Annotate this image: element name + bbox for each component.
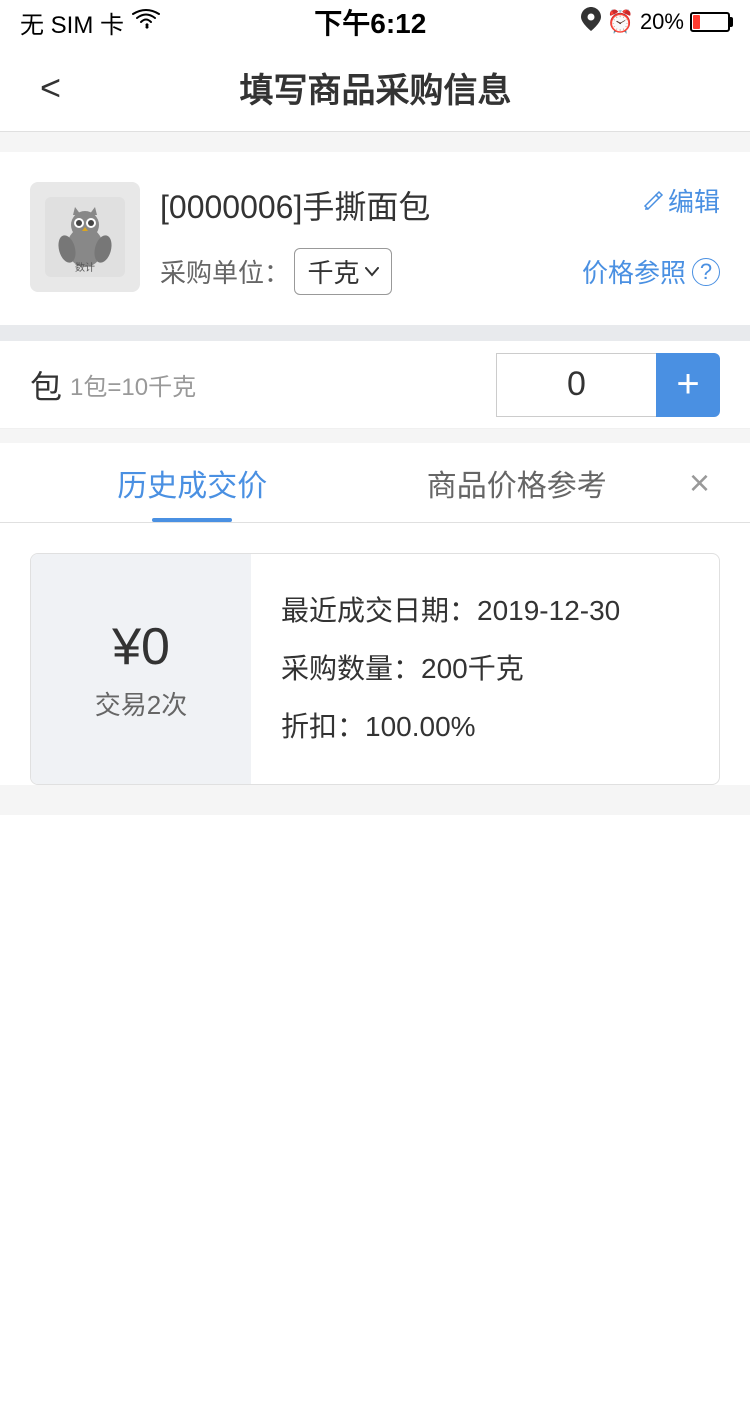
page-title: 填写商品采购信息 [91, 63, 660, 112]
tab-close-button[interactable]: × [679, 452, 720, 514]
product-thumbnail: 数计 [45, 197, 125, 277]
alarm-icon: ⏰ [607, 9, 634, 35]
product-unit-row: 采购单位： 千克 价格参照 ? [160, 248, 720, 295]
purchase-qty-label: 采购数量： [281, 653, 421, 684]
price-card-right: 最近成交日期：2019-12-30 采购数量：200千克 折扣：100.00% [251, 554, 719, 784]
battery-icon [690, 12, 730, 32]
divider-strip [0, 325, 750, 341]
edit-icon [642, 190, 664, 212]
nav-bar: < 填写商品采购信息 [0, 44, 750, 132]
product-image: 数计 [30, 182, 140, 292]
product-card: 数计 [0000006]手撕面包 编辑 采购单位： 千克 [0, 152, 750, 325]
quantity-input-area: + [496, 353, 720, 417]
unit-label: 采购单位： [160, 258, 290, 288]
tab-product-price[interactable]: 商品价格参考 [354, 443, 678, 522]
tab-section: 历史成交价 商品价格参考 × ¥0 交易2次 最近成交日期：2019-12-30… [0, 443, 750, 785]
bottom-space [0, 815, 750, 1415]
unit-value: 千克 [307, 253, 359, 290]
price-ref-label: 价格参照 [582, 253, 686, 290]
purchase-qty-value: 200千克 [421, 653, 524, 684]
unit-conversion-hint: 1包=10千克 [70, 367, 196, 402]
recent-date-label: 最近成交日期： [281, 595, 477, 626]
unit-selector[interactable]: 千克 [294, 248, 392, 295]
tab-product-price-label: 商品价格参考 [427, 461, 607, 505]
product-header: [0000006]手撕面包 编辑 [160, 182, 720, 228]
discount-label: 折扣： [281, 711, 365, 742]
status-left: 无 SIM 卡 [20, 5, 160, 40]
tab-bar: 历史成交价 商品价格参考 × [0, 443, 750, 523]
purchase-qty-row: 采购数量：200千克 [281, 648, 689, 690]
back-button[interactable]: < [30, 57, 71, 119]
price-ref-question-icon: ? [692, 258, 720, 286]
price-ref-link[interactable]: 价格参照 ? [582, 253, 720, 290]
price-card: ¥0 交易2次 最近成交日期：2019-12-30 采购数量：200千克 折扣：… [30, 553, 720, 785]
quantity-label: 包 [30, 362, 62, 408]
wifi-icon [132, 8, 160, 37]
tab-history-price[interactable]: 历史成交价 [30, 443, 354, 522]
discount-row: 折扣：100.00% [281, 706, 689, 748]
product-info: [0000006]手撕面包 编辑 采购单位： 千克 [160, 182, 720, 295]
svg-text:数计: 数计 [75, 261, 95, 274]
location-icon [581, 7, 601, 37]
quantity-plus-button[interactable]: + [656, 353, 720, 417]
quantity-input[interactable] [496, 353, 656, 417]
product-name: [0000006]手撕面包 [160, 182, 430, 228]
recent-date-value: 2019-12-30 [477, 595, 620, 626]
price-transactions: 交易2次 [95, 685, 187, 722]
tab-active-indicator [152, 518, 232, 522]
status-bar: 无 SIM 卡 下午6:12 ⏰ 20% [0, 0, 750, 44]
price-amount: ¥0 [112, 617, 170, 677]
status-right: ⏰ 20% [581, 7, 730, 37]
carrier-text: 无 SIM 卡 [20, 5, 124, 40]
unit-label-group: 采购单位： 千克 [160, 248, 392, 295]
status-time: 下午6:12 [314, 2, 426, 42]
edit-label: 编辑 [668, 182, 720, 219]
recent-date-row: 最近成交日期：2019-12-30 [281, 590, 689, 632]
price-card-left: ¥0 交易2次 [31, 554, 251, 784]
edit-link[interactable]: 编辑 [642, 182, 720, 219]
battery-percent: 20% [640, 9, 684, 35]
chevron-down-icon [365, 267, 379, 277]
quantity-row: 包 1包=10千克 + [0, 341, 750, 429]
tab-history-price-label: 历史成交价 [117, 461, 267, 505]
discount-value: 100.00% [365, 711, 476, 742]
